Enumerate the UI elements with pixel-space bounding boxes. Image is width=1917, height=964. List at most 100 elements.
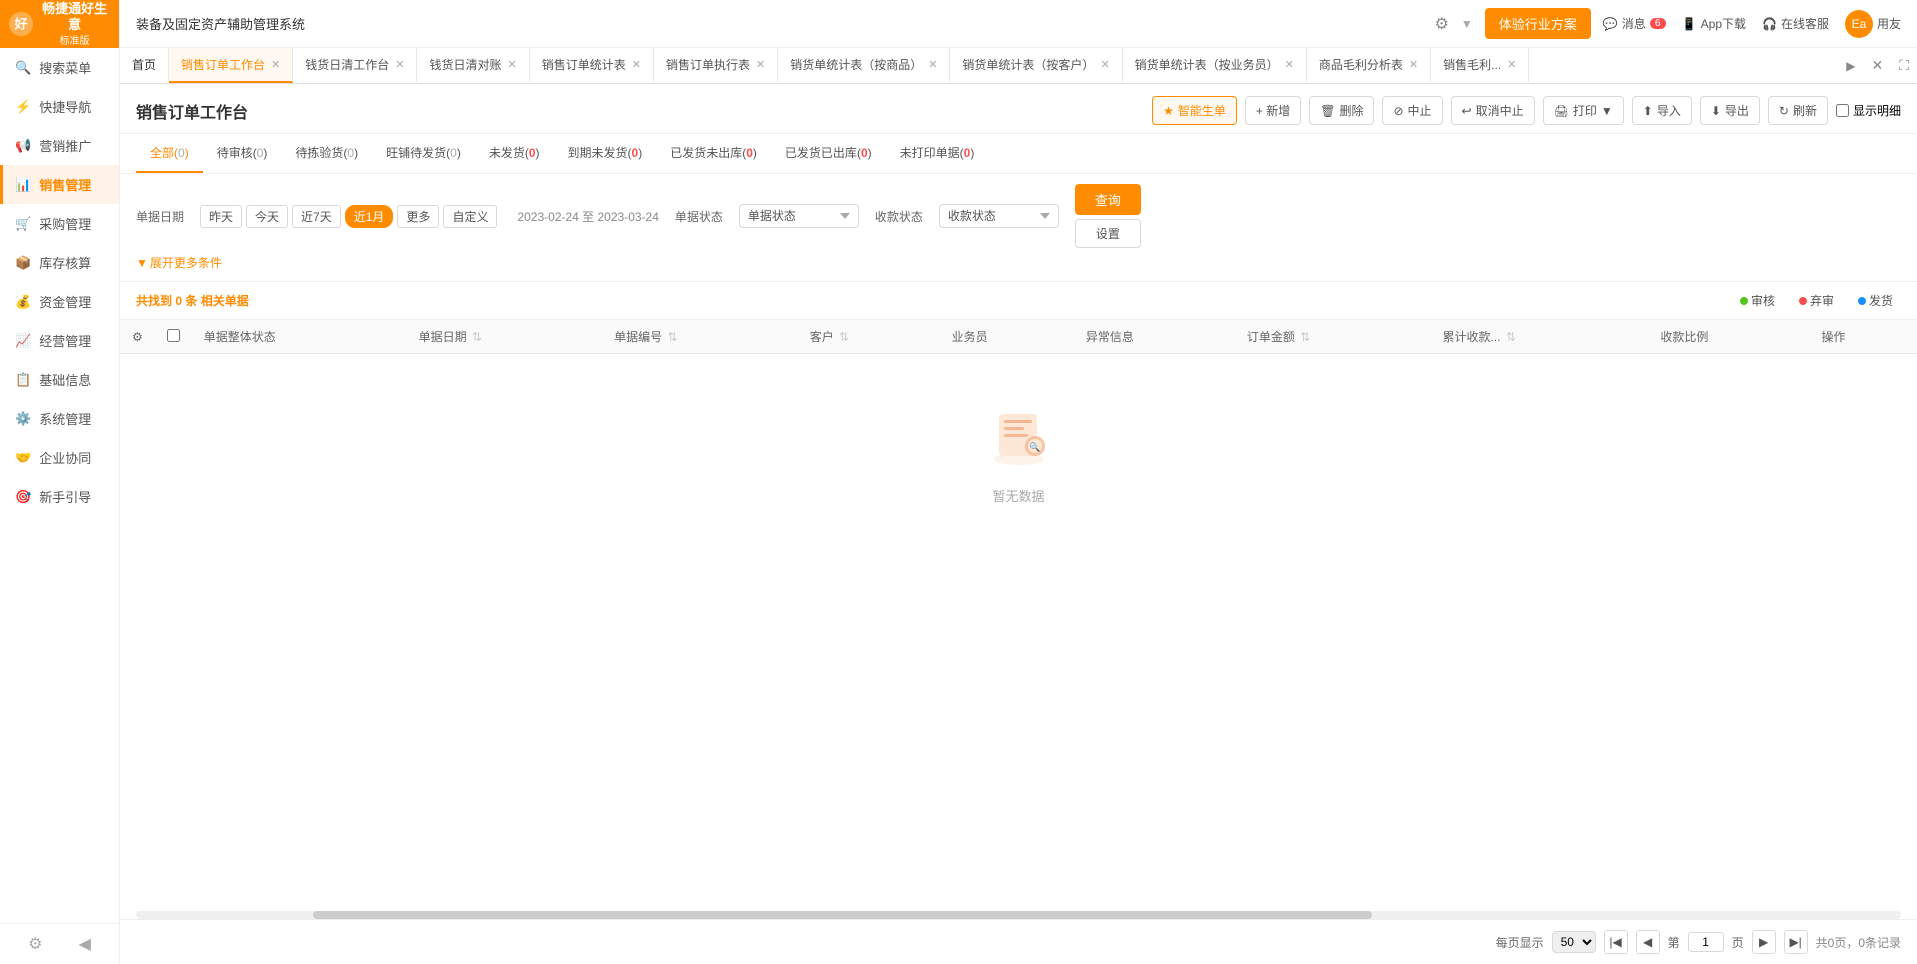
sidebar-item-quick-nav[interactable]: ⚡ 快捷导航 <box>0 87 119 126</box>
abort-button[interactable]: ⊘ 中止 <box>1382 96 1442 125</box>
col-received[interactable]: 累计收款... ⇅ <box>1430 320 1648 354</box>
tab-close-icon[interactable]: ✕ <box>632 58 641 71</box>
support-item[interactable]: 🎧 在线客服 <box>1762 15 1829 32</box>
svg-text:🔍: 🔍 <box>1029 441 1040 452</box>
col-date[interactable]: 单据日期 ⇅ <box>407 320 603 354</box>
date-btn-yesterday[interactable]: 昨天 <box>200 205 242 228</box>
set-button[interactable]: 设置 <box>1075 219 1141 248</box>
sidebar-item-purchase[interactable]: 🛒 采购管理 <box>0 204 119 243</box>
tab-close-icon[interactable]: ✕ <box>756 58 765 71</box>
tab-close-icon[interactable]: ✕ <box>395 58 404 71</box>
col-number[interactable]: 单据编号 ⇅ <box>602 320 798 354</box>
sub-tab-shipped-out[interactable]: 已发货已出库(0) <box>771 134 886 173</box>
smart-create-button[interactable]: ★ 智能生单 <box>1152 96 1237 125</box>
sidebar-item-finance[interactable]: 💰 资金管理 <box>0 282 119 321</box>
date-btn-more[interactable]: 更多 <box>397 205 439 228</box>
col-settings[interactable]: ⚙ <box>120 320 155 354</box>
print-button[interactable]: 🖨 打印 ▼ <box>1543 96 1624 125</box>
sidebar-item-guide[interactable]: 🎯 新手引导 <box>0 477 119 516</box>
show-detail-checkbox[interactable] <box>1836 104 1849 117</box>
new-button[interactable]: + 新增 <box>1245 96 1301 125</box>
tab-close-icon[interactable]: ✕ <box>508 58 517 71</box>
sidebar-item-operations[interactable]: 📈 经营管理 <box>0 321 119 360</box>
col-checkbox[interactable] <box>155 320 192 354</box>
sub-tab-shipped-not-out[interactable]: 已发货未出库(0) <box>656 134 771 173</box>
payment-filter-select[interactable]: 收款状态 <box>939 204 1059 228</box>
export-button[interactable]: ⬇ 导出 <box>1700 96 1760 125</box>
un-review-action-button[interactable]: 弃审 <box>1791 290 1842 311</box>
settings-icon[interactable]: ⚙ <box>28 934 42 954</box>
tab-sales-summary-staff[interactable]: 销货单统计表（按业务员） ✕ <box>1123 48 1307 83</box>
sub-tab-all[interactable]: 全部(0) <box>136 134 203 173</box>
per-page-select[interactable]: 50 <box>1552 931 1596 953</box>
page-input[interactable] <box>1688 932 1724 952</box>
tab-close-icon[interactable]: ✕ <box>1100 58 1109 71</box>
tab-close-icon[interactable]: ✕ <box>1285 58 1294 71</box>
collapse-icon[interactable]: ◀ <box>79 934 91 954</box>
tabs-more-button[interactable]: ▶ <box>1838 48 1863 83</box>
tab-close-icon[interactable]: ✕ <box>1409 58 1418 71</box>
tab-action-close-btn[interactable]: ✕ <box>1863 57 1891 74</box>
star-icon: ★ <box>1163 104 1174 118</box>
review-action-button[interactable]: 审核 <box>1732 290 1783 311</box>
date-btn-custom[interactable]: 自定义 <box>443 205 497 228</box>
first-page-button[interactable]: |◀ <box>1604 930 1628 954</box>
select-all-checkbox[interactable] <box>167 329 180 342</box>
tab-close-icon[interactable]: ✕ <box>271 58 280 71</box>
sidebar-item-system[interactable]: ⚙️ 系统管理 <box>0 399 119 438</box>
show-detail-label[interactable]: 显示明细 <box>1836 102 1901 119</box>
sidebar-item-marketing[interactable]: 📢 营销推广 <box>0 126 119 165</box>
tab-close-icon[interactable]: ✕ <box>1507 58 1516 71</box>
chevron-down-icon[interactable]: ▼ <box>1461 17 1473 31</box>
tab-sales-exec[interactable]: 销售订单执行表 ✕ <box>654 48 778 83</box>
sub-tab-not-shipped[interactable]: 未发货(0) <box>475 134 554 173</box>
solution-button[interactable]: 体验行业方案 <box>1485 8 1591 39</box>
delete-button[interactable]: 🗑 删除 <box>1309 96 1374 125</box>
user-item[interactable]: Ea 用友 <box>1845 10 1901 38</box>
query-button[interactable]: 查询 <box>1075 184 1141 215</box>
tab-sales-more[interactable]: 销售毛利... ✕ <box>1431 48 1529 83</box>
tab-action-maximize-btn[interactable]: ⛶ <box>1891 57 1917 74</box>
tab-sales-order-workbench[interactable]: 销售订单工作台 ✕ <box>169 48 293 83</box>
sub-tab-not-printed[interactable]: 未打印单据(0) <box>886 134 989 173</box>
sub-tab-pending-review[interactable]: 待审核(0) <box>203 134 282 173</box>
sidebar-item-base[interactable]: 📋 基础信息 <box>0 360 119 399</box>
sidebar-item-sales[interactable]: 📊 销售管理 <box>0 165 119 204</box>
marketing-icon: 📢 <box>15 138 31 154</box>
cancel-abort-button[interactable]: ↩ 取消中止 <box>1451 96 1535 125</box>
refresh-button[interactable]: ↻ 刷新 <box>1768 96 1828 125</box>
prev-page-button[interactable]: ◀ <box>1636 930 1660 954</box>
tab-sales-stats[interactable]: 销售订单统计表 ✕ <box>530 48 654 83</box>
tab-sales-summary-customer[interactable]: 销货单统计表（按客户） ✕ <box>950 48 1122 83</box>
tab-close-icon[interactable]: ✕ <box>928 58 937 71</box>
sub-tab-expired-not-shipped[interactable]: 到期未发货(0) <box>554 134 657 173</box>
last-page-button[interactable]: ▶| <box>1784 930 1808 954</box>
table-scroll-container[interactable]: ⚙ 单据整体状态 单据日期 ⇅ 单据编号 ⇅ <box>120 320 1917 911</box>
status-filter-select[interactable]: 单据状态 <box>739 204 859 228</box>
page-suffix: 页 <box>1732 934 1744 951</box>
tab-cash-daily[interactable]: 钱货日清工作台 ✕ <box>293 48 417 83</box>
expand-more-button[interactable]: ▼ 展开更多条件 <box>136 254 1901 271</box>
sidebar-item-enterprise[interactable]: 🤝 企业协同 <box>0 438 119 477</box>
date-btn-7days[interactable]: 近7天 <box>292 205 341 228</box>
tab-home[interactable]: 首页 <box>120 48 169 83</box>
col-amount[interactable]: 订单金额 ⇅ <box>1235 320 1431 354</box>
next-page-button[interactable]: ▶ <box>1752 930 1776 954</box>
sub-tab-pending-inspect[interactable]: 待拣验货(0) <box>281 134 372 173</box>
date-btn-1month[interactable]: 近1月 <box>345 205 394 228</box>
sidebar-item-inventory[interactable]: 📦 库存核算 <box>0 243 119 282</box>
tab-profit[interactable]: 商品毛利分析表 ✕ <box>1307 48 1431 83</box>
tab-sales-summary-product[interactable]: 销货单统计表（按商品） ✕ <box>778 48 950 83</box>
scrollbar-thumb[interactable] <box>313 911 1372 919</box>
sub-tab-wangpu[interactable]: 旺铺待发货(0) <box>372 134 475 173</box>
app-download-item[interactable]: 📱 App下载 <box>1682 15 1746 32</box>
message-item[interactable]: 💬 消息 6 <box>1603 15 1666 32</box>
date-btn-today[interactable]: 今天 <box>246 205 288 228</box>
col-customer[interactable]: 客户 ⇅ <box>798 320 940 354</box>
tab-cash-reconcile[interactable]: 钱货日清对账 ✕ <box>417 48 529 83</box>
ship-action-button[interactable]: 发货 <box>1850 290 1901 311</box>
sidebar-item-search[interactable]: 🔍 搜索菜单 <box>0 48 119 87</box>
settings-icon[interactable]: ⚙ <box>1434 14 1448 34</box>
horizontal-scrollbar[interactable] <box>136 911 1901 919</box>
import-button[interactable]: ⬆ 导入 <box>1632 96 1692 125</box>
